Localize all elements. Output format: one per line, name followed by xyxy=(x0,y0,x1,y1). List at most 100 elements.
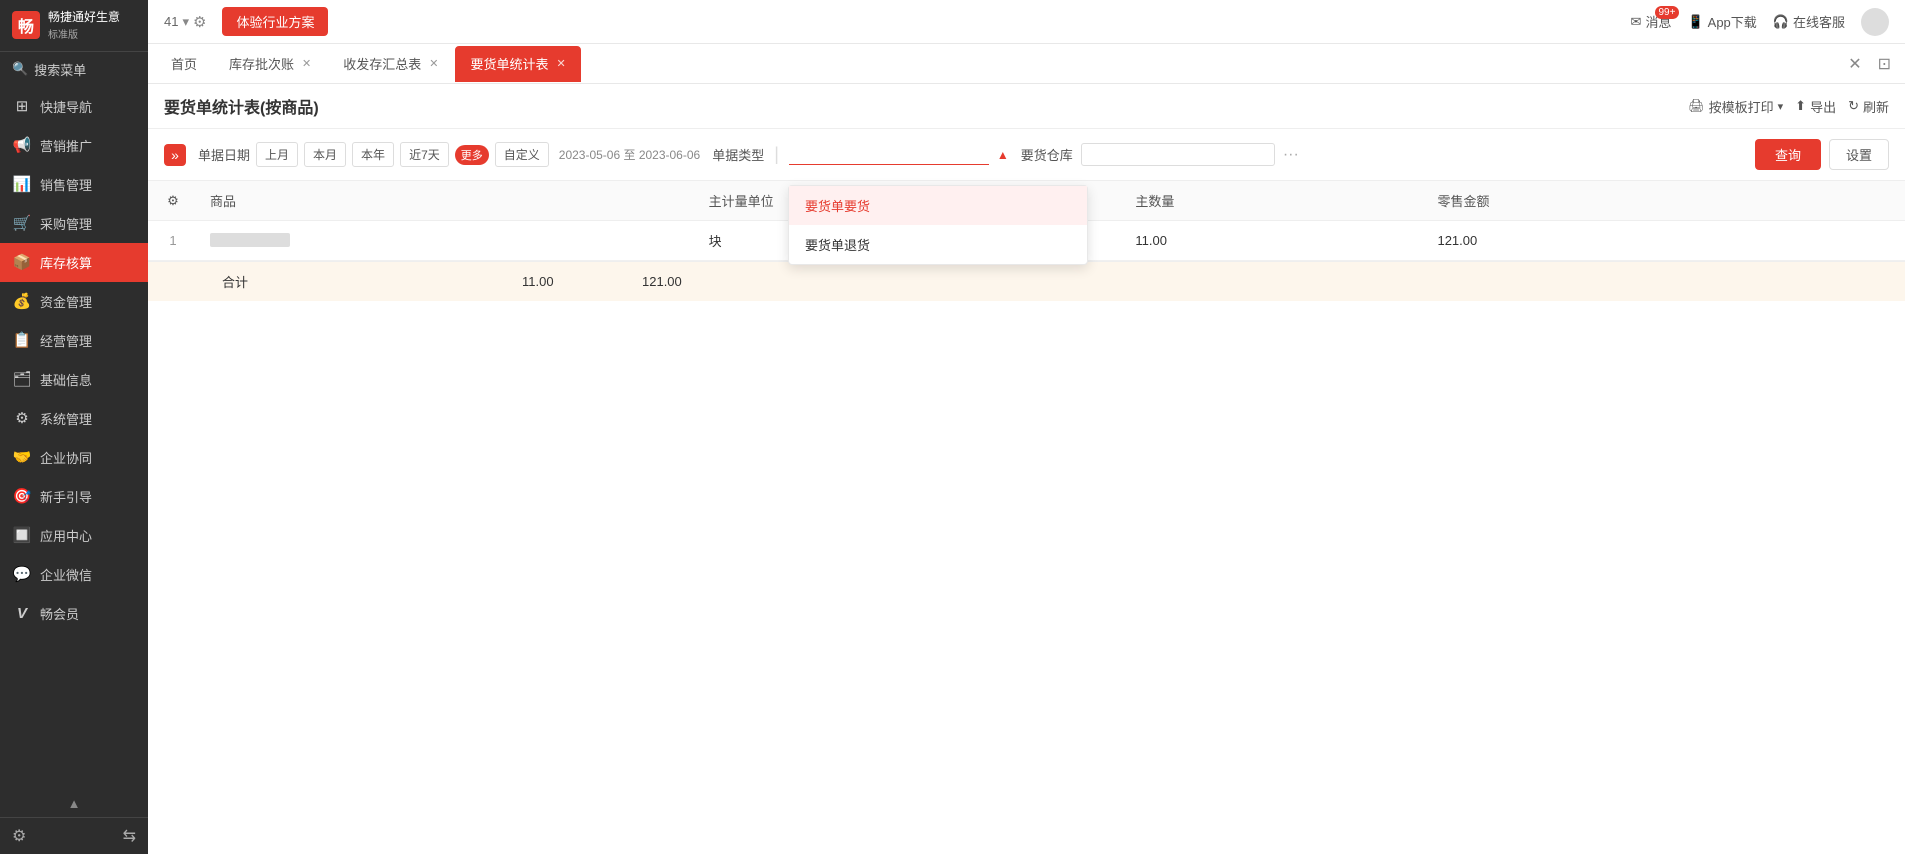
type-filter-group: 单据类型 | ▲ xyxy=(712,144,1009,165)
sidebar-item-finance[interactable]: 💰 资金管理 xyxy=(0,282,148,321)
wechat-icon: 💬 xyxy=(12,565,32,583)
col-amount: 零售金额 xyxy=(1425,181,1789,221)
online-service-label: 在线客服 xyxy=(1793,12,1845,31)
sidebar-item-operations[interactable]: 📋 经营管理 xyxy=(0,321,148,360)
guide-icon: 🎯 xyxy=(12,487,32,505)
sidebar-item-label: 库存核算 xyxy=(40,253,92,272)
collapse-icon[interactable]: ⇆ xyxy=(123,826,136,846)
date-filter-group: 单据日期 上月 本月 本年 近7天 更多 自定义 2023-05-06 至 20… xyxy=(198,142,700,167)
warehouse-more-icon[interactable]: ··· xyxy=(1283,146,1299,164)
online-service-btn[interactable]: 🎧 在线客服 xyxy=(1773,12,1845,31)
sidebar-item-wechat[interactable]: 💬 企业微信 xyxy=(0,555,148,594)
type-dropdown: 要货单要货 要货单退货 xyxy=(788,185,1088,265)
tab-order-stats[interactable]: 要货单统计表 ✕ xyxy=(455,46,580,82)
date-btn-custom[interactable]: 自定义 xyxy=(495,142,549,167)
settings-icon[interactable]: ⚙ xyxy=(12,826,26,846)
refresh-icon: ↻ xyxy=(1848,98,1859,114)
sidebar-item-system[interactable]: ⚙ 系统管理 xyxy=(0,399,148,438)
sidebar-item-inventory[interactable]: 📦 库存核算 xyxy=(0,243,148,282)
user-avatar[interactable] xyxy=(1861,8,1889,36)
sidebar-search[interactable]: 🔍 搜索菜单 xyxy=(0,52,148,87)
refresh-btn[interactable]: ↻ 刷新 xyxy=(1848,97,1889,116)
sidebar-item-member[interactable]: V 畅会员 xyxy=(0,594,148,633)
purchase-icon: 🛒 xyxy=(12,214,32,232)
refresh-label: 刷新 xyxy=(1863,97,1889,116)
app-download-label: App下载 xyxy=(1708,12,1757,31)
row-amount: 121.00 xyxy=(1425,221,1789,261)
footer-quantity: 11.00 xyxy=(510,274,630,289)
tab-receive-summary[interactable]: 收发存汇总表 ✕ xyxy=(328,46,453,82)
print-btn[interactable]: 🖨 按模板打印 ▾ xyxy=(1688,97,1783,116)
row-num: 1 xyxy=(148,221,198,261)
type-filter-arrow[interactable]: ▲ xyxy=(997,148,1009,162)
store-number: 41 xyxy=(164,14,178,29)
filter-settings-btn[interactable]: 设置 xyxy=(1829,139,1889,170)
breadcrumb-dropdown-icon[interactable]: ▾ xyxy=(182,14,189,30)
col-settings: ⚙ xyxy=(148,181,198,221)
col-product: 商品 xyxy=(198,181,697,221)
sidebar-item-collab[interactable]: 🤝 企业协同 xyxy=(0,438,148,477)
tab-inventory-batch[interactable]: 库存批次账 ✕ xyxy=(214,46,326,82)
print-icon: 🖨 xyxy=(1688,98,1705,114)
export-btn[interactable]: ⬆ 导出 xyxy=(1795,97,1836,116)
warehouse-filter-input[interactable] xyxy=(1081,143,1275,166)
sidebar-item-appstore[interactable]: 🔲 应用中心 xyxy=(0,516,148,555)
filter-expand-btn[interactable]: » xyxy=(164,144,186,166)
sidebar-item-guide[interactable]: 🎯 新手引导 xyxy=(0,477,148,516)
app-download-btn[interactable]: 📱 App下载 xyxy=(1687,12,1756,31)
date-btn-this-year[interactable]: 本年 xyxy=(352,142,394,167)
member-icon: V xyxy=(12,605,32,622)
sidebar-bottom: ⚙ ⇆ xyxy=(0,817,148,854)
filter-actions: 查询 设置 xyxy=(1755,139,1889,170)
sidebar-item-basic[interactable]: 🗂 基础信息 xyxy=(0,360,148,399)
dropdown-item-requisition-label: 要货单要货 xyxy=(805,199,870,214)
header-breadcrumb: 41 ▾ ⚙ xyxy=(164,13,206,31)
sidebar-item-label: 企业协同 xyxy=(40,448,92,467)
tab-inventory-batch-close[interactable]: ✕ xyxy=(302,57,311,70)
sidebar-nav: ⊞ 快捷导航 📢 营销推广 📊 销售管理 🛒 采购管理 📦 库存核算 💰 资金管… xyxy=(0,87,148,789)
app-logo-title: 畅捷通好生意 xyxy=(48,10,120,26)
tab-home[interactable]: 首页 xyxy=(156,46,212,82)
date-more-badge[interactable]: 更多 xyxy=(455,145,489,165)
tab-receive-summary-label: 收发存汇总表 xyxy=(343,54,421,73)
date-filter-label: 单据日期 xyxy=(198,145,250,164)
dropdown-item-return[interactable]: 要货单退货 xyxy=(789,225,1087,264)
sidebar-item-label: 畅会员 xyxy=(40,604,79,623)
table-settings-icon[interactable]: ⚙ xyxy=(167,193,179,208)
messages-btn[interactable]: ✉ 消息 99+ xyxy=(1631,12,1672,31)
sidebar-item-quick-nav[interactable]: ⊞ 快捷导航 xyxy=(0,87,148,126)
dropdown-item-requisition[interactable]: 要货单要货 xyxy=(789,186,1087,225)
sidebar-item-label: 系统管理 xyxy=(40,409,92,428)
finance-icon: 💰 xyxy=(12,292,32,310)
sidebar-item-sales[interactable]: 📊 销售管理 xyxy=(0,165,148,204)
tab-inventory-batch-label: 库存批次账 xyxy=(229,54,294,73)
trial-btn[interactable]: 体验行业方案 xyxy=(222,7,328,36)
sidebar-item-label: 采购管理 xyxy=(40,214,92,233)
tab-close-all-btn[interactable]: ✕ xyxy=(1842,52,1867,76)
sidebar-search-label: 搜索菜单 xyxy=(34,60,86,79)
header-right: ✉ 消息 99+ 📱 App下载 🎧 在线客服 xyxy=(1631,8,1889,36)
message-icon: ✉ xyxy=(1631,14,1642,30)
sidebar-item-marketing[interactable]: 📢 营销推广 xyxy=(0,126,148,165)
tabs-bar: 首页 库存批次账 ✕ 收发存汇总表 ✕ 要货单统计表 ✕ ✕ ⊡ xyxy=(148,44,1905,84)
sidebar-scroll-up[interactable]: ▲ xyxy=(0,789,148,817)
warehouse-filter-group: 要货仓库 ··· xyxy=(1021,143,1299,166)
quick-nav-icon: ⊞ xyxy=(12,97,32,115)
gear-settings-icon[interactable]: ⚙ xyxy=(193,13,206,31)
filter-bar: » 单据日期 上月 本月 本年 近7天 更多 自定义 2023-05-06 至 … xyxy=(148,129,1905,181)
query-btn[interactable]: 查询 xyxy=(1755,139,1821,170)
download-icon: 📱 xyxy=(1687,14,1703,30)
service-icon: 🎧 xyxy=(1773,14,1789,30)
inventory-icon: 📦 xyxy=(12,253,32,271)
sidebar-item-purchase[interactable]: 🛒 采购管理 xyxy=(0,204,148,243)
tab-expand-btn[interactable]: ⊡ xyxy=(1872,52,1897,76)
table-footer: 合计 11.00 121.00 xyxy=(148,261,1905,301)
tab-order-stats-close[interactable]: ✕ xyxy=(557,57,566,70)
tab-receive-summary-close[interactable]: ✕ xyxy=(429,57,438,70)
date-btn-this-month[interactable]: 本月 xyxy=(304,142,346,167)
date-btn-prev-month[interactable]: 上月 xyxy=(256,142,298,167)
type-filter-input[interactable] xyxy=(789,145,989,165)
print-dropdown-icon[interactable]: ▾ xyxy=(1778,100,1784,113)
print-label: 按模板打印 xyxy=(1709,97,1774,116)
date-btn-7days[interactable]: 近7天 xyxy=(400,142,449,167)
